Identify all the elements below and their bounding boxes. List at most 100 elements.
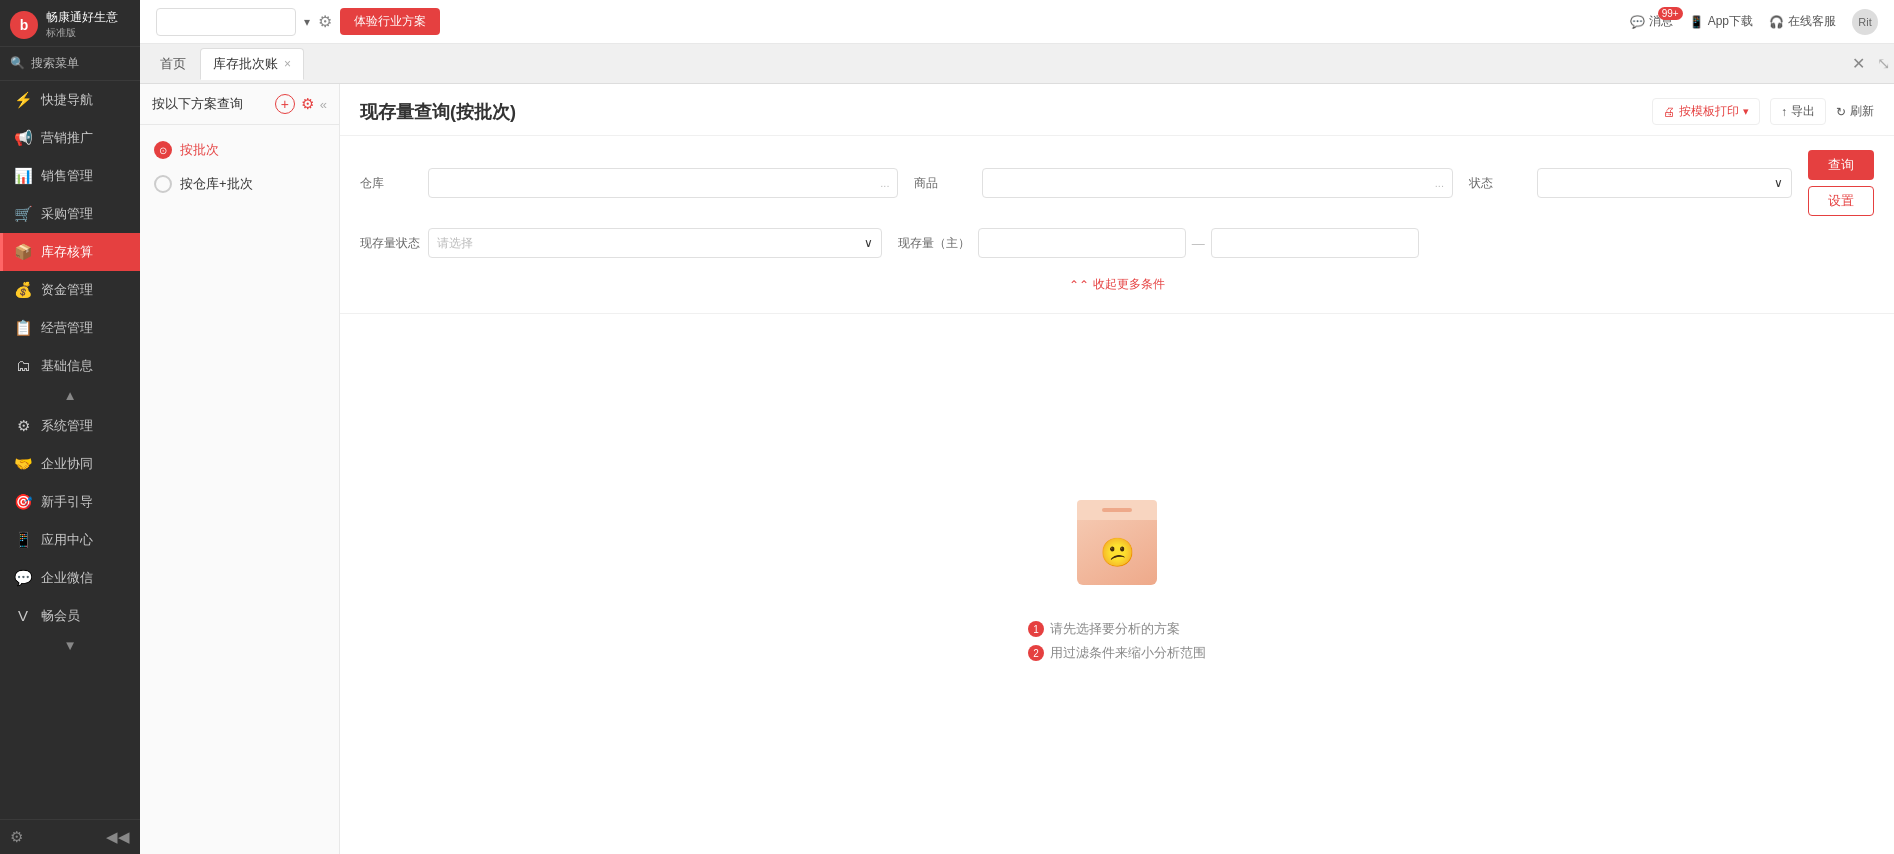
sidebar-item-newbie[interactable]: 🎯 新手引导 (0, 483, 140, 521)
filter-row-1: 仓库 ... 商品 ... 状态 (360, 150, 1874, 216)
inventory-status-label: 现存量状态 (360, 235, 420, 252)
empty-hints: 1 请先选择要分析的方案 2 用过滤条件来缩小分析范围 (1028, 620, 1206, 668)
filter-warehouse: 仓库 ... (360, 168, 898, 198)
inventory-status-select[interactable]: 请选择 ∨ (428, 228, 882, 258)
sidebar-item-shortcut[interactable]: ⚡ 快捷导航 (0, 81, 140, 119)
marketing-icon: 📢 (13, 129, 33, 147)
phone-icon: 📱 (1689, 15, 1704, 29)
scheme-settings-icon[interactable]: ⚙ (301, 95, 314, 113)
sidebar-search-menu[interactable]: 🔍 搜索菜单 (0, 47, 140, 81)
sidebar-item-operation[interactable]: 📋 经营管理 (0, 309, 140, 347)
product-more-icon[interactable]: ... (1435, 177, 1444, 189)
left-panel: 按以下方案查询 + ⚙ « ⊙ 按批次 按仓库+批次 (140, 84, 340, 854)
qty-from-input[interactable] (978, 228, 1186, 258)
app-download-btn[interactable]: 📱 App下载 (1689, 13, 1753, 30)
print-dropdown-icon[interactable]: ▾ (1743, 105, 1749, 118)
wechat-icon: 💬 (13, 569, 33, 587)
close-tab-icon[interactable]: × (284, 57, 291, 71)
app-version: 标准版 (46, 26, 118, 40)
refresh-icon: ↻ (1836, 105, 1846, 119)
inventory-label: 库存核算 (41, 243, 93, 261)
sidebar-header: b 畅康通好生意 标准版 (0, 0, 140, 47)
inventory-status-dropdown-icon[interactable]: ∨ (864, 236, 873, 250)
collapse-sidebar-icon[interactable]: ◀◀ (106, 828, 130, 846)
sidebar-scroll-down[interactable]: ▼ (0, 635, 140, 657)
operation-icon: 📋 (13, 319, 33, 337)
sidebar-nav: ⚡ 快捷导航 📢 营销推广 📊 销售管理 🛒 采购管理 📦 库存核算 💰 资金管… (0, 81, 140, 819)
inventory-qty-label: 现存量（主） (898, 235, 970, 252)
sidebar-item-inventory[interactable]: 📦 库存核算 (0, 233, 140, 271)
inventory-icon: 📦 (13, 243, 33, 261)
trial-btn[interactable]: 体验行业方案 (340, 8, 440, 35)
sidebar-item-purchase[interactable]: 🛒 采购管理 (0, 195, 140, 233)
topbar-search-input[interactable] (156, 8, 296, 36)
avatar: Rit (1852, 9, 1878, 35)
shortcut-icon: ⚡ (13, 91, 33, 109)
setup-btn[interactable]: 设置 (1808, 186, 1874, 216)
sidebar-item-finance[interactable]: 💰 资金管理 (0, 271, 140, 309)
scheme-item-warehouse-batch[interactable]: 按仓库+批次 (140, 167, 339, 201)
add-scheme-btn[interactable]: + (275, 94, 295, 114)
system-label: 系统管理 (41, 417, 93, 435)
qty-to-input[interactable] (1211, 228, 1419, 258)
refresh-btn[interactable]: ↻ 刷新 (1836, 103, 1874, 120)
printer-icon: 🖨 (1663, 105, 1675, 119)
collapse-icon: ⌃⌃ (1069, 278, 1089, 292)
marketing-label: 营销推广 (41, 129, 93, 147)
sidebar-item-basic[interactable]: 🗂 基础信息 (0, 347, 140, 385)
tab-home[interactable]: 首页 (148, 48, 198, 80)
panel-close-icon[interactable]: ✕ (1852, 54, 1865, 73)
print-btn[interactable]: 🖨 按模板打印 ▾ (1652, 98, 1760, 125)
message-badge: 99+ (1658, 7, 1683, 20)
sidebar-item-member[interactable]: V 畅会员 (0, 597, 140, 635)
enterprise-icon: 🤝 (13, 455, 33, 473)
scheme-icon-warehouse (154, 175, 172, 193)
sidebar-item-enterprise[interactable]: 🤝 企业协同 (0, 445, 140, 483)
warehouse-more-icon[interactable]: ... (880, 177, 889, 189)
status-dropdown-icon[interactable]: ∨ (1774, 176, 1783, 190)
sales-icon: 📊 (13, 167, 33, 185)
hint-num-1: 1 (1028, 621, 1044, 637)
online-service-btn[interactable]: 🎧 在线客服 (1769, 13, 1836, 30)
sidebar-item-marketing[interactable]: 📢 营销推广 (0, 119, 140, 157)
status-select[interactable]: ∨ (1537, 168, 1792, 198)
hint-text-1: 请先选择要分析的方案 (1050, 620, 1180, 638)
warehouse-input[interactable]: ... (428, 168, 898, 198)
member-icon: V (13, 607, 33, 624)
hint-num-2: 2 (1028, 645, 1044, 661)
topbar-settings-icon[interactable]: ⚙ (318, 12, 332, 31)
appstore-icon: 📱 (13, 531, 33, 549)
topbar-dropdown-btn[interactable]: ▾ (304, 15, 310, 29)
message-icon: 💬 (1630, 15, 1645, 29)
export-btn[interactable]: ↑ 导出 (1770, 98, 1826, 125)
export-label: 导出 (1791, 103, 1815, 120)
print-label: 按模板打印 (1679, 103, 1739, 120)
sidebar-item-system[interactable]: ⚙ 系统管理 (0, 407, 140, 445)
finance-icon: 💰 (13, 281, 33, 299)
empty-state: 😕 1 请先选择要分析的方案 2 用过滤条件来缩小分析范围 (340, 314, 1894, 854)
tab-inventory-batch[interactable]: 库存批次账 × (200, 48, 304, 80)
shortcut-label: 快捷导航 (41, 91, 93, 109)
content-area: 按以下方案查询 + ⚙ « ⊙ 按批次 按仓库+批次 (140, 84, 1894, 854)
query-btn[interactable]: 查询 (1808, 150, 1874, 180)
appstore-label: 应用中心 (41, 531, 93, 549)
left-panel-title: 按以下方案查询 (152, 95, 243, 113)
left-panel-collapse-btn[interactable]: « (320, 97, 327, 112)
user-avatar-btn[interactable]: Rit (1852, 9, 1878, 35)
scheme-item-batch[interactable]: ⊙ 按批次 (140, 133, 339, 167)
query-setup-btns: 查询 设置 (1808, 150, 1874, 216)
panel-expand-icon[interactable]: ⤡ (1877, 54, 1890, 73)
topbar-right: 💬 消息 99+ 📱 App下载 🎧 在线客服 Rit (1630, 9, 1878, 35)
sidebar-brand: 畅康通好生意 标准版 (46, 10, 118, 40)
collapse-row[interactable]: ⌃⌃ 收起更多条件 (360, 270, 1874, 299)
message-btn[interactable]: 💬 消息 99+ (1630, 13, 1673, 30)
settings-footer-icon[interactable]: ⚙ (10, 828, 23, 846)
collapse-label: 收起更多条件 (1093, 276, 1165, 293)
product-input[interactable]: ... (982, 168, 1452, 198)
sidebar-item-sales[interactable]: 📊 销售管理 (0, 157, 140, 195)
refresh-label: 刷新 (1850, 103, 1874, 120)
sidebar-item-wechat[interactable]: 💬 企业微信 (0, 559, 140, 597)
search-icon: 🔍 (10, 56, 25, 70)
sidebar-scroll-up[interactable]: ▲ (0, 385, 140, 407)
sidebar-item-appstore[interactable]: 📱 应用中心 (0, 521, 140, 559)
